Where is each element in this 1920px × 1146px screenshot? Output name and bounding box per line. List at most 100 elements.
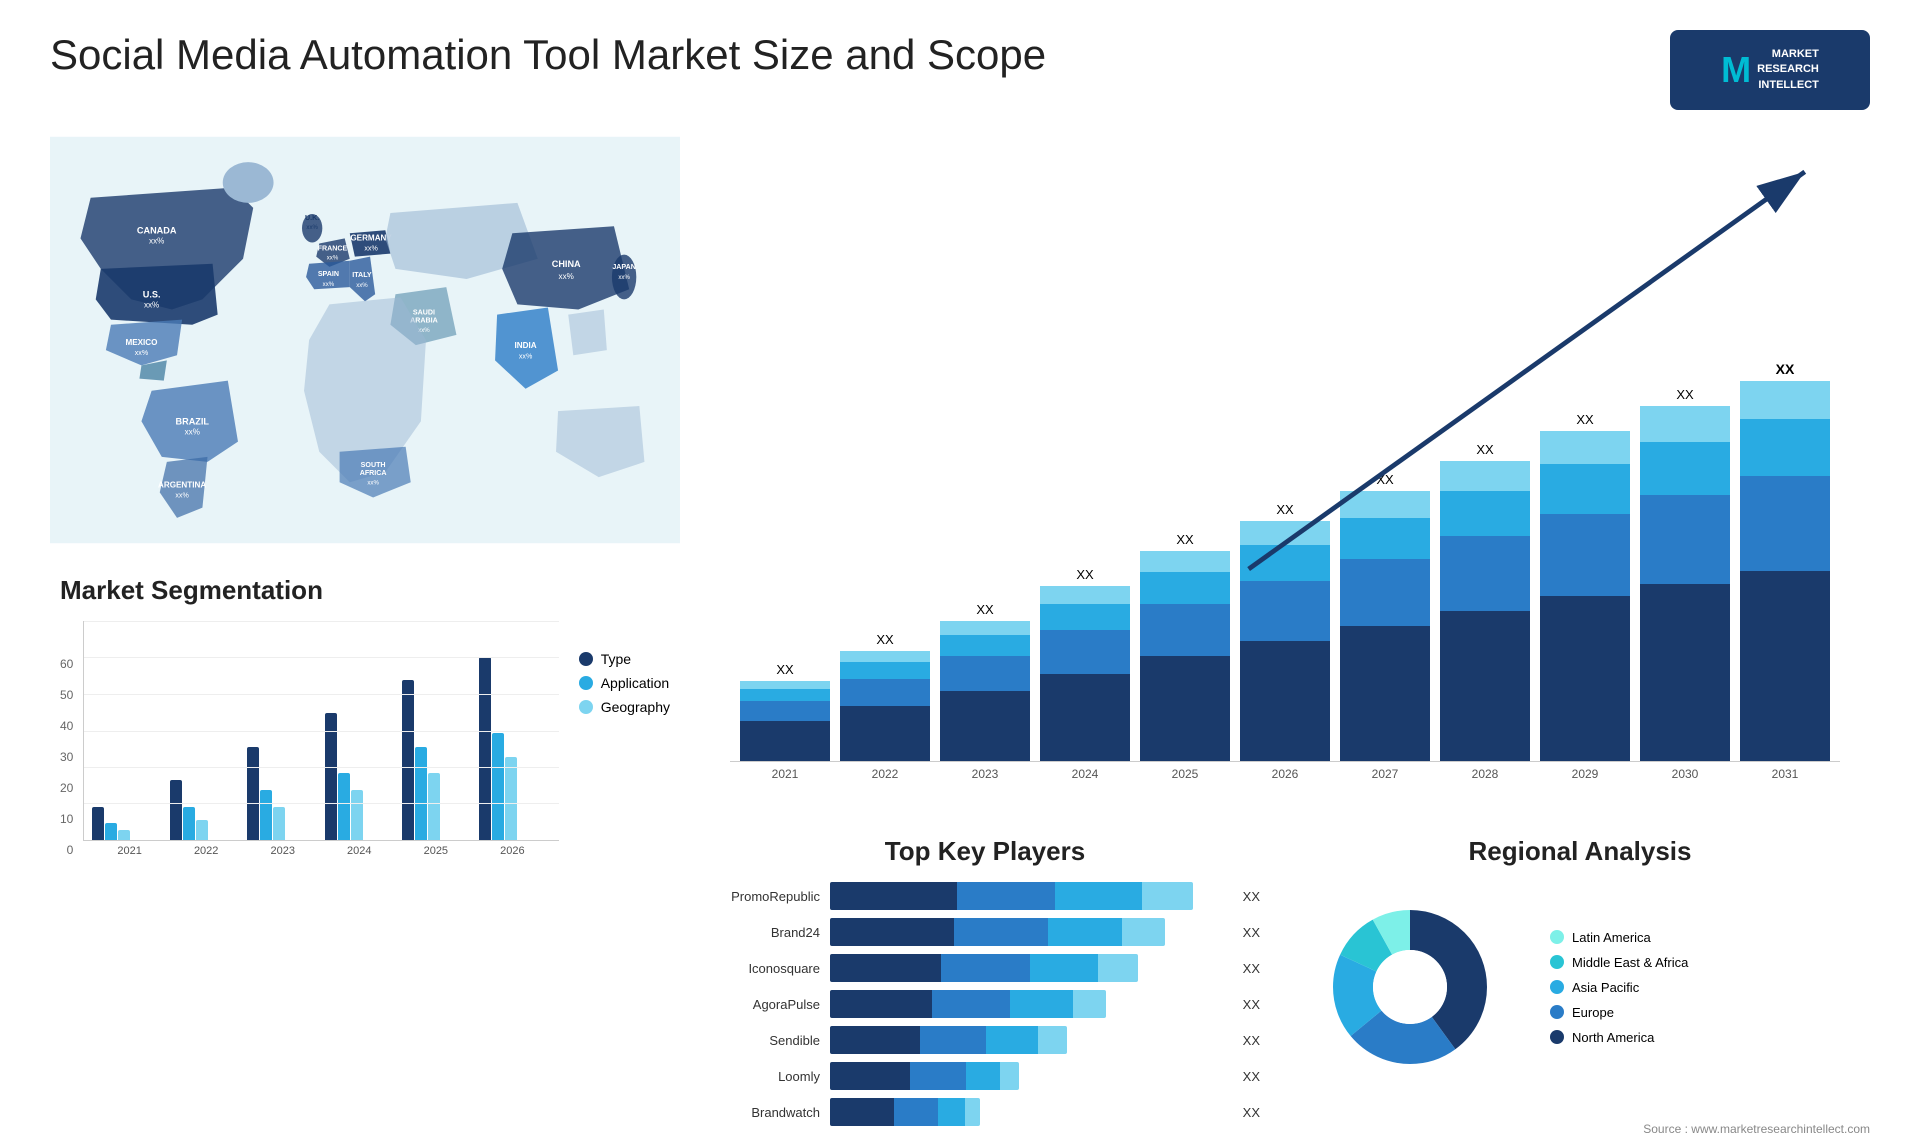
type-label: Type bbox=[601, 651, 631, 667]
world-map-section: CANADA xx% U.S. xx% MEXICO xx% bbox=[50, 130, 680, 550]
player-xx: XX bbox=[1243, 925, 1260, 940]
player-bar-container bbox=[830, 918, 1225, 946]
logo-text: MARKET RESEARCH INTELLECT bbox=[1757, 47, 1819, 93]
player-row: Sendible XX bbox=[710, 1026, 1260, 1054]
player-bar-container bbox=[830, 954, 1225, 982]
geography-label: Geography bbox=[601, 699, 670, 715]
svg-text:xx%: xx% bbox=[559, 272, 574, 281]
legend-type: Type bbox=[579, 651, 670, 667]
player-bar-container bbox=[830, 1098, 1225, 1126]
svg-text:xx%: xx% bbox=[519, 352, 533, 360]
svg-text:SPAIN: SPAIN bbox=[318, 270, 339, 278]
player-xx: XX bbox=[1243, 1105, 1260, 1120]
player-row: Brandwatch XX bbox=[710, 1098, 1260, 1126]
player-row: Loomly XX bbox=[710, 1062, 1260, 1090]
svg-text:xx%: xx% bbox=[364, 245, 378, 253]
svg-text:xx%: xx% bbox=[175, 492, 189, 500]
svg-text:SAUDI: SAUDI bbox=[413, 309, 435, 317]
asia-pacific-dot bbox=[1550, 980, 1564, 994]
svg-text:JAPAN: JAPAN bbox=[612, 263, 636, 271]
svg-text:INDIA: INDIA bbox=[515, 341, 537, 350]
players-title: Top Key Players bbox=[710, 836, 1260, 867]
svg-text:xx%: xx% bbox=[144, 300, 159, 309]
legend-geography: Geography bbox=[579, 699, 670, 715]
legend-north-america: North America bbox=[1550, 1030, 1688, 1045]
svg-text:BRAZIL: BRAZIL bbox=[176, 416, 210, 426]
player-row: AgoraPulse XX bbox=[710, 990, 1260, 1018]
svg-text:xx%: xx% bbox=[149, 236, 164, 245]
application-dot bbox=[579, 676, 593, 690]
svg-text:xx%: xx% bbox=[367, 479, 379, 486]
segmentation-title: Market Segmentation bbox=[60, 575, 670, 606]
svg-text:SOUTH: SOUTH bbox=[361, 461, 386, 469]
north-america-dot bbox=[1550, 1030, 1564, 1044]
player-row: Brand24 XX bbox=[710, 918, 1260, 946]
svg-text:ITALY: ITALY bbox=[352, 271, 372, 279]
page-title: Social Media Automation Tool Market Size… bbox=[50, 30, 1046, 80]
svg-text:ARGENTINA: ARGENTINA bbox=[158, 480, 206, 489]
svg-text:xx%: xx% bbox=[185, 428, 200, 437]
segmentation-chart: 60 50 40 30 20 10 0 bbox=[60, 621, 559, 857]
legend-europe: Europe bbox=[1550, 1005, 1688, 1020]
segmentation-legend: Type Application Geography bbox=[579, 651, 670, 715]
regional-section: Regional Analysis bbox=[1290, 826, 1870, 1106]
svg-text:AFRICA: AFRICA bbox=[360, 469, 387, 477]
regional-content: Latin America Middle East & Africa Asia … bbox=[1300, 877, 1860, 1097]
middle-east-dot bbox=[1550, 955, 1564, 969]
main-bar-chart: XX XX bbox=[700, 130, 1870, 811]
logo-line1: MARKET bbox=[1757, 47, 1819, 62]
player-xx: XX bbox=[1243, 997, 1260, 1012]
latin-america-dot bbox=[1550, 930, 1564, 944]
legend-middle-east: Middle East & Africa bbox=[1550, 955, 1688, 970]
regional-title: Regional Analysis bbox=[1300, 836, 1860, 867]
legend-latin-america: Latin America bbox=[1550, 930, 1688, 945]
player-bar-container bbox=[830, 990, 1225, 1018]
player-xx: XX bbox=[1243, 1069, 1260, 1084]
regional-legend: Latin America Middle East & Africa Asia … bbox=[1550, 930, 1688, 1045]
player-name: Iconosquare bbox=[710, 961, 820, 976]
svg-text:U.S.: U.S. bbox=[143, 289, 161, 299]
player-name: Loomly bbox=[710, 1069, 820, 1084]
svg-text:xx%: xx% bbox=[327, 255, 339, 262]
europe-dot bbox=[1550, 1005, 1564, 1019]
player-row: PromoRepublic XX bbox=[710, 882, 1260, 910]
player-bar-container bbox=[830, 1026, 1225, 1054]
svg-text:xx%: xx% bbox=[306, 224, 318, 231]
type-dot bbox=[579, 652, 593, 666]
svg-text:xx%: xx% bbox=[618, 274, 630, 281]
application-label: Application bbox=[601, 675, 670, 691]
source-text: Source : www.marketresearchintellect.com bbox=[1643, 1122, 1870, 1136]
player-name: Brand24 bbox=[710, 925, 820, 940]
player-xx: XX bbox=[1243, 1033, 1260, 1048]
svg-text:xx%: xx% bbox=[135, 349, 149, 357]
page-header: Social Media Automation Tool Market Size… bbox=[50, 30, 1870, 110]
north-america-label: North America bbox=[1572, 1030, 1654, 1045]
svg-text:xx%: xx% bbox=[323, 281, 335, 288]
svg-text:MEXICO: MEXICO bbox=[125, 338, 157, 347]
geography-dot bbox=[579, 700, 593, 714]
europe-label: Europe bbox=[1572, 1005, 1614, 1020]
legend-application: Application bbox=[579, 675, 670, 691]
player-name: PromoRepublic bbox=[710, 889, 820, 904]
players-section: Top Key Players PromoRepublic bbox=[700, 826, 1270, 1106]
player-name: Brandwatch bbox=[710, 1105, 820, 1120]
player-xx: XX bbox=[1243, 961, 1260, 976]
svg-text:U.K.: U.K. bbox=[305, 214, 319, 222]
segmentation-section: Market Segmentation 60 50 40 30 20 10 bbox=[50, 565, 680, 867]
player-name: Sendible bbox=[710, 1033, 820, 1048]
legend-asia-pacific: Asia Pacific bbox=[1550, 980, 1688, 995]
svg-text:FRANCE: FRANCE bbox=[318, 245, 348, 253]
player-bar-container bbox=[830, 882, 1225, 910]
svg-text:xx%: xx% bbox=[356, 282, 368, 289]
latin-america-label: Latin America bbox=[1572, 930, 1651, 945]
asia-pacific-label: Asia Pacific bbox=[1572, 980, 1639, 995]
svg-text:CANADA: CANADA bbox=[137, 225, 177, 235]
players-list: PromoRepublic XX bbox=[710, 882, 1260, 1126]
logo: M MARKET RESEARCH INTELLECT bbox=[1670, 30, 1870, 110]
svg-text:CHINA: CHINA bbox=[552, 259, 581, 269]
world-map-svg: CANADA xx% U.S. xx% MEXICO xx% bbox=[50, 130, 680, 550]
player-row: Iconosquare XX bbox=[710, 954, 1260, 982]
donut-chart bbox=[1300, 877, 1520, 1097]
player-name: AgoraPulse bbox=[710, 997, 820, 1012]
player-bar-container bbox=[830, 1062, 1225, 1090]
